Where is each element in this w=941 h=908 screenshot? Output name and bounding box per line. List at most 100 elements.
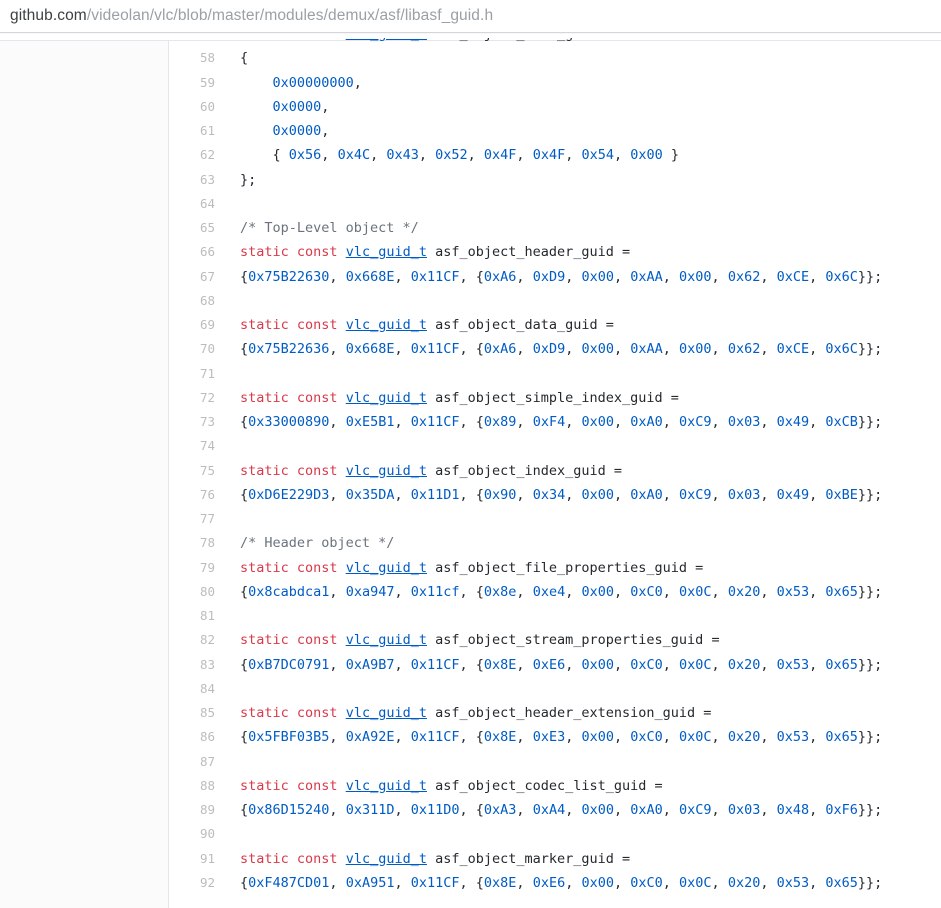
type-link[interactable]: vlc_guid_t xyxy=(346,705,427,721)
line-number[interactable]: 90 xyxy=(0,822,215,846)
line-number[interactable]: 81 xyxy=(0,604,215,628)
url-bar[interactable]: github.com/videolan/vlc/blob/master/modu… xyxy=(0,0,941,33)
code-token: , xyxy=(394,414,411,430)
line-number[interactable] xyxy=(0,38,215,46)
code-line-content xyxy=(215,362,240,386)
code-line: 58 { xyxy=(0,46,941,70)
keyword-static-const: static const xyxy=(240,632,338,649)
line-number[interactable]: 80 xyxy=(0,580,215,604)
line-number[interactable]: 66 xyxy=(0,240,215,264)
code-line: 64 xyxy=(0,192,941,216)
line-number[interactable]: 76 xyxy=(0,483,215,507)
line-number[interactable]: 83 xyxy=(0,653,215,677)
code-line: 85 static const vlc_guid_t asf_object_hea… xyxy=(0,701,941,725)
line-number[interactable]: 74 xyxy=(0,434,215,458)
code-token: , xyxy=(329,486,346,503)
line-number[interactable]: 84 xyxy=(0,677,215,701)
type-link[interactable]: vlc_guid_t xyxy=(346,851,427,867)
code-token: , xyxy=(711,729,728,746)
code-token: , xyxy=(809,729,826,746)
type-link[interactable]: vlc_guid_t xyxy=(346,463,427,479)
type-link[interactable]: vlc_guid_t xyxy=(346,317,427,333)
code-line-content: static const vlc_guid_t asf_object_heade… xyxy=(215,240,630,264)
line-number[interactable]: 62 xyxy=(0,143,215,167)
code-line: 72 static const vlc_guid_t asf_object_sim… xyxy=(0,386,941,410)
keyword-static-const: static const xyxy=(240,38,338,42)
line-number[interactable]: 77 xyxy=(0,507,215,531)
line-number[interactable]: 63 xyxy=(0,168,215,192)
code-token: , { xyxy=(459,268,484,285)
code-token: , xyxy=(662,874,680,891)
type-link[interactable]: vlc_guid_t xyxy=(346,778,427,794)
line-number[interactable]: 79 xyxy=(0,556,215,580)
line-number[interactable]: 87 xyxy=(0,750,215,774)
keyword-static-const: static const xyxy=(240,317,338,333)
code-token: asf_object_stream_properties_guid = xyxy=(426,632,720,649)
type-link[interactable]: vlc_guid_t xyxy=(346,632,427,648)
code-line: 77 xyxy=(0,507,941,531)
keyword-static-const: static const xyxy=(240,705,338,721)
hex-literal: 0x20 xyxy=(727,729,761,746)
line-number[interactable]: 65 xyxy=(0,216,215,240)
line-number[interactable]: 64 xyxy=(0,192,215,216)
line-number[interactable]: 92 xyxy=(0,871,215,895)
line-number[interactable]: 85 xyxy=(0,701,215,725)
line-number[interactable]: 61 xyxy=(0,119,215,143)
code-line-content: 0x0000, xyxy=(215,119,330,143)
line-number[interactable]: 88 xyxy=(0,774,215,798)
code-token: , xyxy=(565,874,582,891)
line-number[interactable]: 58 xyxy=(0,46,215,70)
line-number[interactable]: 70 xyxy=(0,337,215,361)
line-number[interactable]: 60 xyxy=(0,95,215,119)
hex-literal: 0x48 xyxy=(776,802,810,818)
line-number[interactable]: 68 xyxy=(0,289,215,313)
line-number[interactable]: 72 xyxy=(0,386,215,410)
code-line-content xyxy=(215,677,240,701)
hex-literal: 0x11D0 xyxy=(410,802,460,818)
hex-literal: 0x0000 xyxy=(272,123,322,139)
line-number[interactable]: 75 xyxy=(0,459,215,483)
code-token: , xyxy=(418,147,436,164)
hex-literal: 0x668E xyxy=(345,341,395,358)
hex-literal: 0x86D15240 xyxy=(248,802,330,818)
line-number[interactable]: 78 xyxy=(0,531,215,555)
code-token: , xyxy=(711,268,728,285)
line-number[interactable]: 69 xyxy=(0,313,215,337)
code-line-content: /* Header object */ xyxy=(215,531,394,555)
line-number[interactable]: 86 xyxy=(0,725,215,749)
line-number[interactable]: 67 xyxy=(0,265,215,289)
line-number[interactable]: 89 xyxy=(0,798,215,822)
code-line: 70 {0x75B22636, 0x668E, 0x11CF, {0xA6, 0x… xyxy=(0,337,941,361)
hex-literal: 0x65 xyxy=(825,874,858,891)
code-token: , xyxy=(711,341,728,358)
code-token: , xyxy=(662,486,680,503)
code-token: , xyxy=(613,729,631,746)
line-number[interactable]: 59 xyxy=(0,71,215,95)
hex-literal: 0xE6 xyxy=(532,656,566,673)
type-link[interactable]: vlc_guid_t xyxy=(346,390,427,406)
code-token: { xyxy=(240,729,249,746)
code-token: , xyxy=(394,874,411,891)
code-line: 88 static const vlc_guid_t asf_object_cod… xyxy=(0,774,941,798)
type-link[interactable]: vlc_guid_t xyxy=(346,560,427,576)
code-token: , xyxy=(613,486,631,503)
line-number[interactable]: 71 xyxy=(0,362,215,386)
code-line: 90 xyxy=(0,822,941,846)
line-number[interactable]: 82 xyxy=(0,628,215,652)
type-link[interactable]: vlc_guid_t xyxy=(346,38,427,42)
code-token: , xyxy=(760,656,777,673)
hex-literal: 0x00 xyxy=(630,147,663,164)
hex-literal: 0xE6 xyxy=(532,874,566,891)
type-link[interactable]: vlc_guid_t xyxy=(346,244,427,260)
hex-literal: 0x4C xyxy=(337,147,371,164)
code-token: , xyxy=(321,98,330,115)
hex-literal: 0x53 xyxy=(776,583,810,600)
hex-literal: 0x8E xyxy=(483,729,517,746)
code-token: asf_object_codec_list_guid = xyxy=(426,777,663,794)
line-number[interactable]: 91 xyxy=(0,847,215,871)
code-line: 74 xyxy=(0,434,941,458)
line-number[interactable]: 73 xyxy=(0,410,215,434)
